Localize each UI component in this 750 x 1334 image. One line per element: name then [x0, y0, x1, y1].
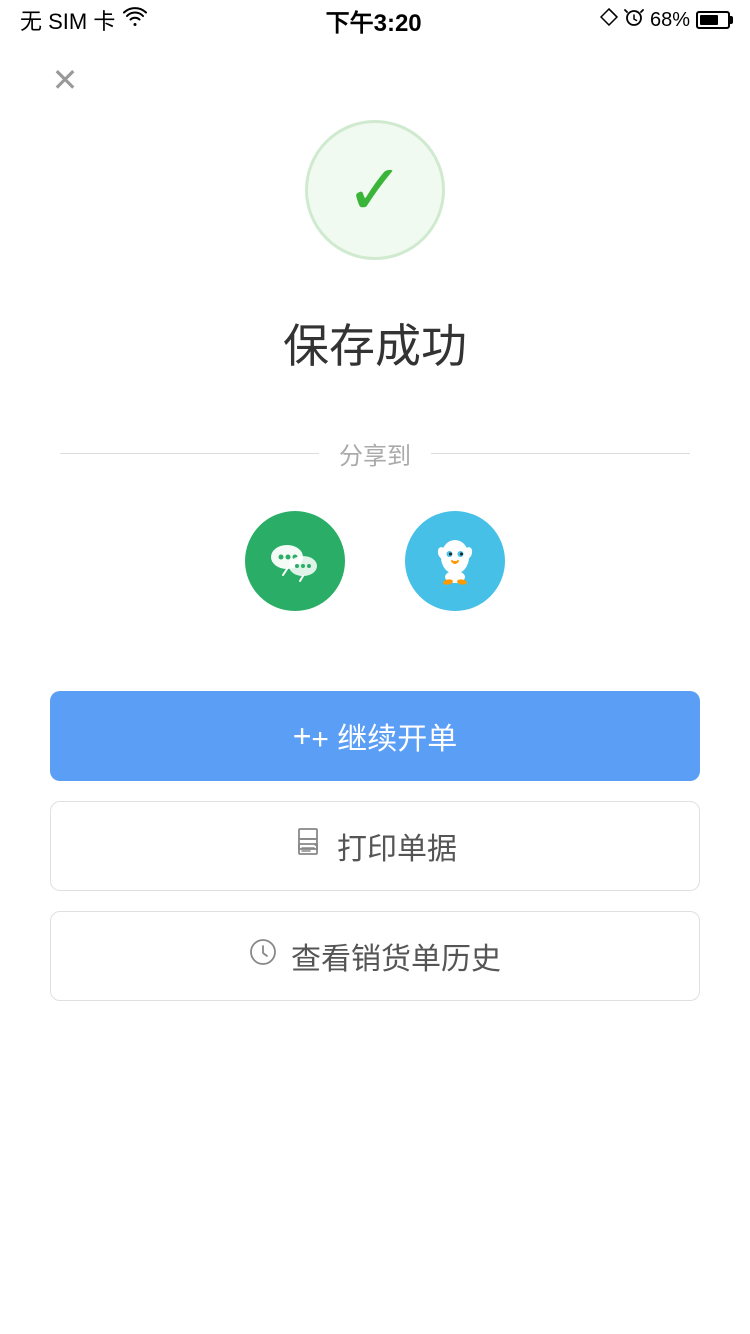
history-label: 查看销货单历史: [291, 934, 501, 978]
close-button[interactable]: ✕: [40, 55, 90, 105]
qq-share-button[interactable]: [405, 511, 505, 611]
continue-button[interactable]: + + 继续开单: [50, 691, 700, 781]
qq-icon: [425, 531, 485, 591]
status-time: 下午3:20: [326, 3, 422, 38]
share-label: 分享到: [319, 436, 431, 471]
history-icon: [249, 938, 277, 974]
wifi-icon: [123, 7, 147, 33]
checkmark-icon: ✓: [346, 155, 405, 225]
print-label: 打印单据: [337, 824, 457, 868]
wechat-icon: [265, 531, 325, 591]
continue-label: + 继续开单: [311, 714, 457, 758]
share-divider: 分享到: [0, 436, 750, 471]
print-icon: [293, 828, 323, 864]
history-button[interactable]: 查看销货单历史: [50, 911, 700, 1001]
battery-percentage: 68%: [650, 9, 690, 32]
divider-line-right: [431, 453, 690, 454]
alarm-icon: [624, 7, 644, 33]
status-left: 无 SIM 卡: [20, 4, 147, 36]
wechat-share-button[interactable]: [245, 511, 345, 611]
actions-container: + + 继续开单 打印单据: [0, 691, 750, 1001]
print-button[interactable]: 打印单据: [50, 801, 700, 891]
success-title: 保存成功: [283, 310, 467, 376]
status-right: 68%: [600, 7, 730, 33]
close-icon: ✕: [52, 64, 79, 96]
main-content: ✓ 保存成功 分享到: [0, 40, 750, 1001]
status-bar: 无 SIM 卡 下午3:20 68%: [0, 0, 750, 40]
continue-icon: +: [293, 718, 312, 755]
location-icon: [600, 8, 618, 32]
success-circle: ✓: [305, 120, 445, 260]
battery-icon: [696, 11, 730, 29]
sim-status: 无 SIM 卡: [20, 4, 115, 36]
share-icons-container: [245, 511, 505, 611]
divider-line-left: [60, 453, 319, 454]
